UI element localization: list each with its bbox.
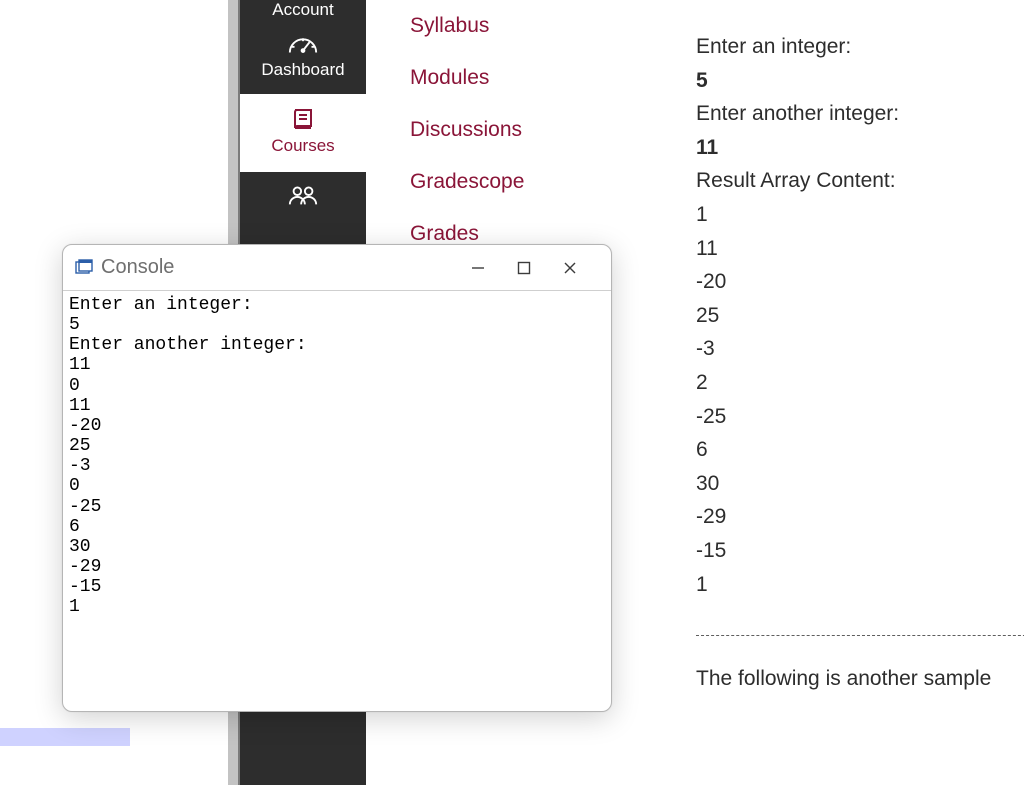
nav-courses[interactable]: Courses — [240, 94, 366, 172]
course-menu: Syllabus Modules Discussions Gradescope … — [400, 0, 534, 260]
window-maximize-button[interactable] — [501, 252, 547, 284]
section-divider — [696, 635, 1024, 636]
array-value: -15 — [696, 534, 1024, 568]
array-value: 2 — [696, 366, 1024, 400]
array-value: -25 — [696, 400, 1024, 434]
nav-label: Courses — [271, 136, 334, 156]
array-value: 25 — [696, 299, 1024, 333]
array-value: -29 — [696, 500, 1024, 534]
array-value: 11 — [696, 232, 1024, 266]
course-link-syllabus[interactable]: Syllabus — [400, 0, 534, 52]
input-value: 11 — [696, 131, 1024, 165]
array-value: 30 — [696, 467, 1024, 501]
array-value: 6 — [696, 433, 1024, 467]
console-titlebar[interactable]: Console — [63, 245, 611, 291]
array-value: 1 — [696, 198, 1024, 232]
prompt-text: Enter another integer: — [696, 97, 1024, 131]
array-value: -3 — [696, 332, 1024, 366]
footer-text: The following is another sample — [696, 662, 1024, 696]
nav-label: Account — [272, 0, 333, 20]
console-app-icon — [75, 259, 93, 277]
window-close-button[interactable] — [547, 252, 593, 284]
console-window: Console Enter an integer: 5 Enter anothe… — [62, 244, 612, 712]
course-link-discussions[interactable]: Discussions — [400, 104, 534, 156]
array-value: -20 — [696, 265, 1024, 299]
console-output[interactable]: Enter an integer: 5 Enter another intege… — [63, 291, 611, 711]
input-value: 5 — [696, 64, 1024, 98]
book-icon — [287, 106, 319, 134]
nav-dashboard[interactable]: Dashboard — [240, 20, 366, 94]
course-link-modules[interactable]: Modules — [400, 52, 534, 104]
nav-label: Dashboard — [261, 60, 344, 80]
array-value: 1 — [696, 568, 1024, 602]
course-link-gradescope[interactable]: Gradescope — [400, 156, 534, 208]
console-title: Console — [101, 256, 174, 279]
assignment-content: Enter an integer: 5 Enter another intege… — [696, 30, 1024, 696]
prompt-text: Enter an integer: — [696, 30, 1024, 64]
people-icon — [287, 181, 319, 209]
highlight-smear — [0, 728, 130, 746]
gauge-icon — [287, 30, 319, 58]
prompt-text: Result Array Content: — [696, 164, 1024, 198]
window-minimize-button[interactable] — [455, 252, 501, 284]
nav-groups[interactable] — [240, 172, 366, 224]
nav-account[interactable]: Account — [240, 0, 366, 20]
